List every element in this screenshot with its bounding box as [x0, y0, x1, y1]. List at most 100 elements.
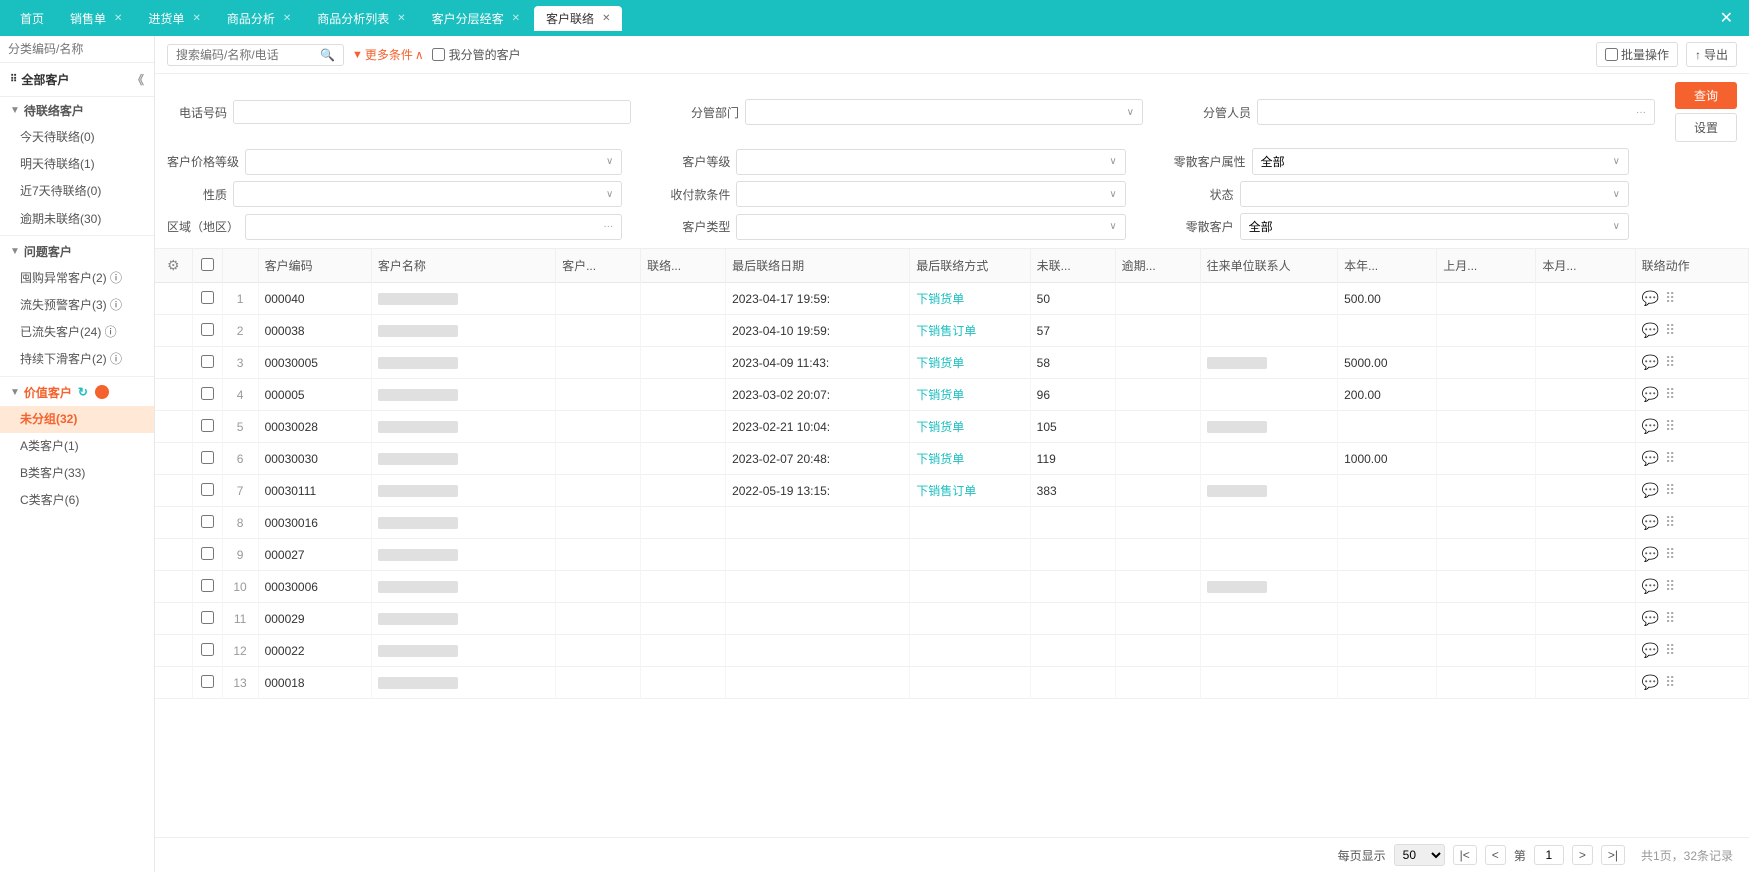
more-icon[interactable]: ⠿ [1665, 610, 1675, 627]
more-icon[interactable]: ⠿ [1665, 674, 1675, 691]
contact-icon[interactable]: 💬 [1642, 322, 1659, 339]
col-lastway-header[interactable]: 最后联络方式 [910, 249, 1030, 283]
contact-icon[interactable]: 💬 [1642, 642, 1659, 659]
sidebar-item-abnormal[interactable]: 囤购异常客户(2) ⓘ [0, 265, 154, 292]
col-type-header[interactable]: 客户... [556, 249, 641, 283]
refresh-icon[interactable]: ↻ [78, 385, 88, 399]
customer-level-select[interactable]: ∨ [736, 149, 1125, 175]
close-purchase-icon[interactable]: ✕ [192, 13, 200, 24]
col-name-header[interactable]: 客户名称 [371, 249, 555, 283]
last-page-btn[interactable]: >| [1601, 845, 1625, 865]
tab-customer-contact[interactable]: 客户联络 ✕ [534, 6, 622, 31]
col-code-header[interactable]: 客户编码 [258, 249, 371, 283]
more-icon[interactable]: ⠿ [1665, 386, 1675, 403]
sidebar-collapse-icon[interactable]: 《 [132, 71, 144, 88]
page-number-input[interactable] [1534, 845, 1564, 865]
sidebar-search-input[interactable] [8, 42, 155, 56]
prev-page-btn[interactable]: < [1485, 845, 1506, 865]
my-customers-checkbox[interactable] [432, 48, 445, 61]
phone-input[interactable] [233, 100, 631, 124]
section-problem-customers[interactable]: ▼ 问题客户 [0, 238, 154, 265]
contact-icon[interactable]: 💬 [1642, 482, 1659, 499]
batch-checkbox[interactable] [1605, 48, 1618, 61]
zero-attr-select[interactable]: 全部 ∨ [1252, 148, 1629, 175]
sidebar-item-ungrouped[interactable]: 未分组(32) [0, 406, 154, 433]
sidebar-item-classC[interactable]: C类客户(6) [0, 487, 154, 514]
contact-icon[interactable]: 💬 [1642, 450, 1659, 467]
tab-sales[interactable]: 销售单 ✕ [58, 6, 134, 31]
close-sales-icon[interactable]: ✕ [114, 13, 122, 24]
close-analysis-list-icon[interactable]: ✕ [397, 13, 405, 24]
col-thismonth-header[interactable]: 本月... [1536, 249, 1635, 283]
sidebar-item-classB[interactable]: B类客户(33) [0, 460, 154, 487]
row-checkbox[interactable] [201, 675, 214, 688]
section-value-customers[interactable]: ▼ 价值客户 ↻ [0, 379, 154, 406]
more-conditions-btn[interactable]: ▼ 更多条件 ∧ [352, 46, 424, 63]
row-checkbox[interactable] [201, 579, 214, 592]
col-lastmonth-header[interactable]: 上月... [1437, 249, 1536, 283]
col-contact-header[interactable]: 联络... [641, 249, 726, 283]
more-icon[interactable]: ⠿ [1665, 322, 1675, 339]
contact-icon[interactable]: 💬 [1642, 418, 1659, 435]
row-checkbox[interactable] [201, 483, 214, 496]
last-way-link[interactable]: 下销售订单 [916, 324, 976, 338]
row-checkbox[interactable] [201, 451, 214, 464]
row-checkbox[interactable] [201, 387, 214, 400]
last-way-link[interactable]: 下销货单 [916, 356, 964, 370]
section-pending-contact[interactable]: ▼ 待联络客户 [0, 97, 154, 124]
person-select[interactable]: ··· [1257, 99, 1655, 125]
sidebar-item-declining[interactable]: 持续下滑客户(2) ⓘ [0, 346, 154, 373]
more-icon[interactable]: ⠿ [1665, 642, 1675, 659]
dept-select[interactable]: ∨ [745, 99, 1143, 125]
search-icon[interactable]: 🔍 [320, 48, 335, 62]
col-gear[interactable]: ⚙ [155, 249, 192, 283]
search-input[interactable] [176, 48, 316, 62]
region-select[interactable]: ··· [245, 214, 622, 240]
close-customer-segment-icon[interactable]: ✕ [512, 13, 520, 24]
tab-purchase[interactable]: 进货单 ✕ [136, 6, 212, 31]
nature-select[interactable]: ∨ [233, 181, 622, 207]
row-checkbox[interactable] [201, 547, 214, 560]
status-select[interactable]: ∨ [1240, 181, 1629, 207]
payment-select[interactable]: ∨ [736, 181, 1125, 207]
row-checkbox[interactable] [201, 355, 214, 368]
contact-icon[interactable]: 💬 [1642, 514, 1659, 531]
col-checkbox[interactable] [192, 249, 222, 283]
more-icon[interactable]: ⠿ [1665, 354, 1675, 371]
contact-icon[interactable]: 💬 [1642, 354, 1659, 371]
last-way-link[interactable]: 下销售订单 [916, 484, 976, 498]
contact-icon[interactable]: 💬 [1642, 386, 1659, 403]
sidebar-item-7days[interactable]: 近7天待联络(0) [0, 178, 154, 205]
row-checkbox[interactable] [201, 419, 214, 432]
more-icon[interactable]: ⠿ [1665, 578, 1675, 595]
tab-customer-segment[interactable]: 客户分层经客 ✕ [420, 6, 532, 31]
reset-button[interactable]: 设置 [1675, 113, 1737, 142]
col-contacts-header[interactable]: 往来单位联系人 [1200, 249, 1337, 283]
more-icon[interactable]: ⠿ [1665, 482, 1675, 499]
close-analysis-icon[interactable]: ✕ [283, 13, 291, 24]
row-checkbox[interactable] [201, 643, 214, 656]
more-icon[interactable]: ⠿ [1665, 546, 1675, 563]
contact-icon[interactable]: 💬 [1642, 610, 1659, 627]
last-way-link[interactable]: 下销货单 [916, 292, 964, 306]
window-close-button[interactable]: ✕ [1712, 4, 1741, 32]
col-uncontact-header[interactable]: 未联... [1030, 249, 1115, 283]
sidebar-item-today[interactable]: 今天待联络(0) [0, 124, 154, 151]
per-page-select[interactable]: 50 100 200 [1394, 844, 1445, 866]
col-lastdate-header[interactable]: 最后联络日期 [726, 249, 910, 283]
last-way-link[interactable]: 下销货单 [916, 452, 964, 466]
sidebar-item-tomorrow[interactable]: 明天待联络(1) [0, 151, 154, 178]
last-way-link[interactable]: 下销货单 [916, 388, 964, 402]
row-checkbox[interactable] [201, 611, 214, 624]
row-checkbox[interactable] [201, 291, 214, 304]
last-way-link[interactable]: 下销货单 [916, 420, 964, 434]
col-overdue-header[interactable]: 逾期... [1115, 249, 1200, 283]
export-button[interactable]: ↑ 导出 [1686, 42, 1737, 67]
more-icon[interactable]: ⠿ [1665, 290, 1675, 307]
select-all-checkbox[interactable] [201, 258, 214, 271]
sidebar-item-churn-warning[interactable]: 流失预警客户(3) ⓘ [0, 292, 154, 319]
more-icon[interactable]: ⠿ [1665, 450, 1675, 467]
sidebar-item-overdue[interactable]: 逾期未联络(30) [0, 206, 154, 233]
col-thisyear-header[interactable]: 本年... [1338, 249, 1437, 283]
more-icon[interactable]: ⠿ [1665, 514, 1675, 531]
